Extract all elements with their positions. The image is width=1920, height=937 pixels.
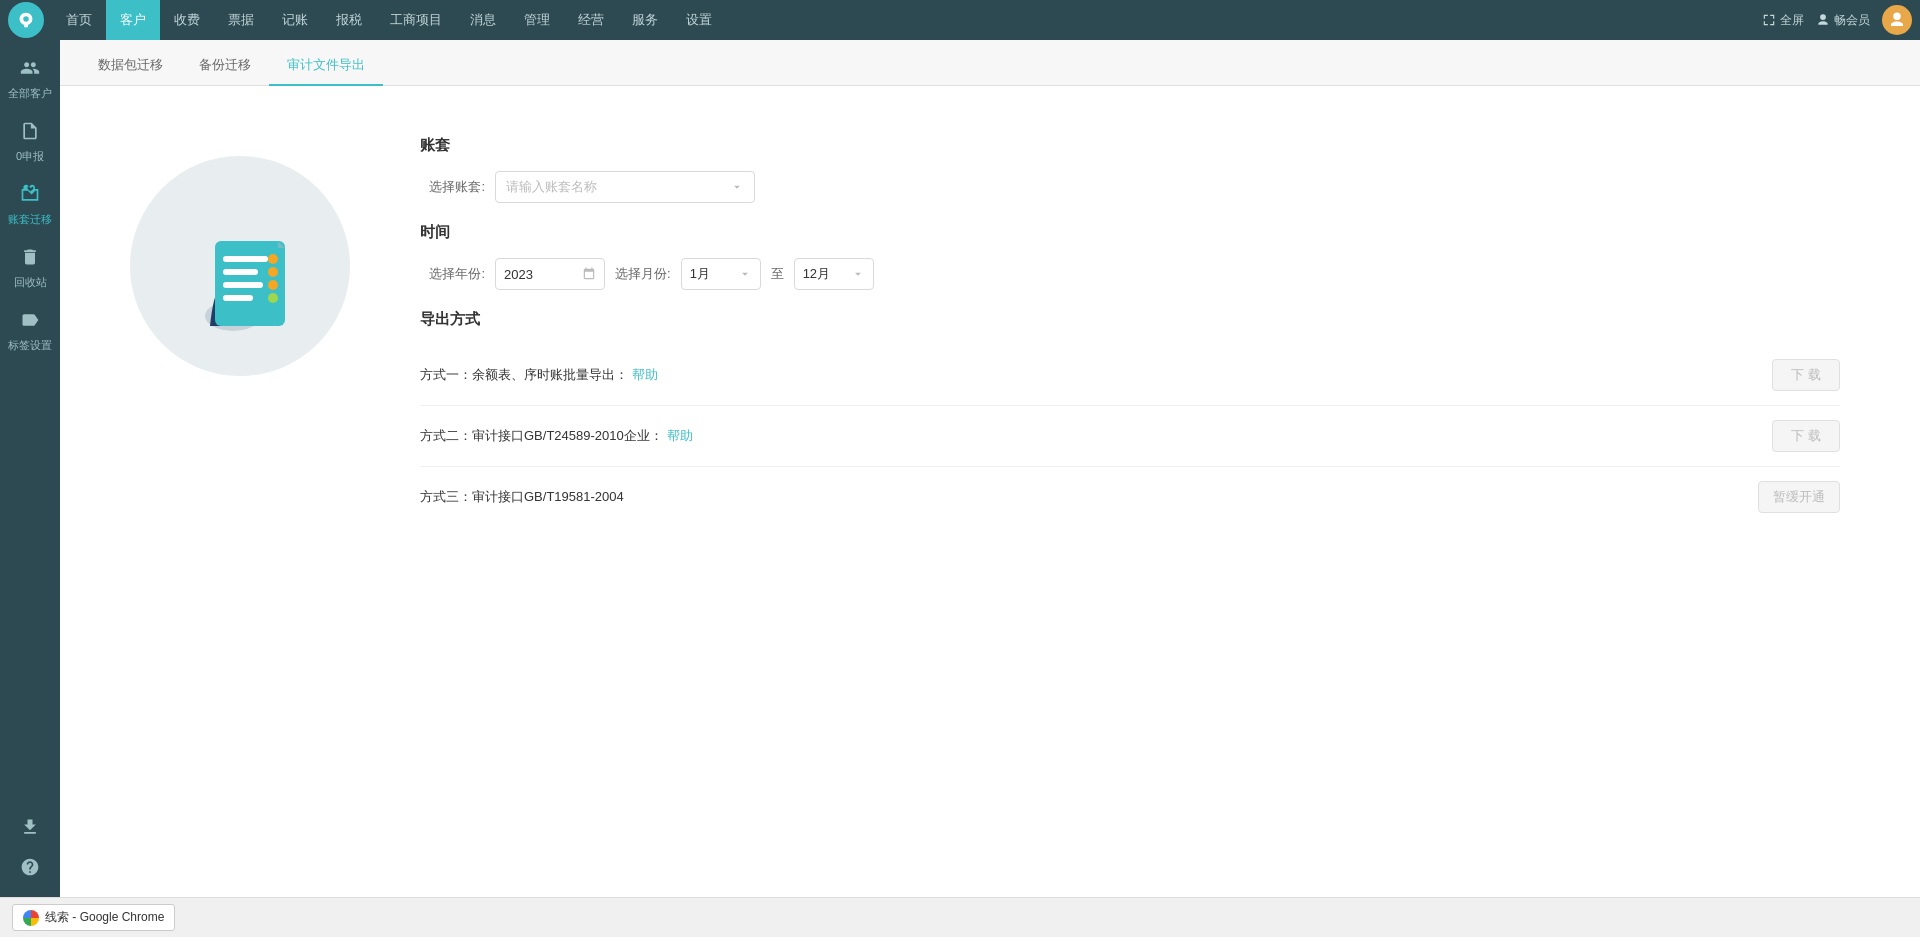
taskbar-chrome-item[interactable]: 线索 - Google Chrome [12,904,175,931]
top-nav: 首页 客户 收费 票据 记账 报税 工商项目 消息 管理 经营 服务 设置 全屏… [0,0,1920,40]
sidebar-item-recycle[interactable]: 回收站 [0,237,60,300]
nav-fee[interactable]: 收费 [160,0,214,40]
main-layout: 全部客户 0申报 账套迁移 回收站 标签设置 [0,40,1920,897]
year-value: 2023 [504,267,533,282]
sidebar-item-label: 账套迁移 [8,212,52,227]
svg-point-10 [268,293,278,303]
account-row: 选择账套: 请输入账套名称 [420,171,1840,203]
export-method-2-help[interactable]: 帮助 [667,428,693,443]
svg-point-8 [268,267,278,277]
label-settings-icon [20,310,40,335]
recycle-icon [20,247,40,272]
account-label: 选择账套: [420,178,485,196]
export-method-2-label: 方式二：审计接口GB/T24589-2010企业：帮助 [420,427,693,445]
svg-rect-6 [223,295,253,301]
year-label: 选择年份: [420,265,485,283]
month-label: 选择月份: [615,265,671,283]
download-button-2[interactable]: 下 载 [1772,420,1840,452]
export-method-2-row: 方式二：审计接口GB/T24589-2010企业：帮助 下 载 [420,406,1840,467]
app-logo[interactable] [8,2,44,38]
tab-data-migration[interactable]: 数据包迁移 [80,46,181,86]
sidebar-help-icon[interactable] [0,849,60,885]
sidebar-item-label-settings[interactable]: 标签设置 [0,300,60,363]
export-method-3-row: 方式三：审计接口GB/T19581-2004 暂缓开通 [420,467,1840,527]
chevron-down-icon [730,180,744,194]
taskbar-item-label: 线索 - Google Chrome [45,909,164,926]
export-method-3-label: 方式三：审计接口GB/T19581-2004 [420,488,624,506]
taskbar: 线索 - Google Chrome [0,897,1920,937]
account-select[interactable]: 请输入账套名称 [495,171,755,203]
sidebar: 全部客户 0申报 账套迁移 回收站 标签设置 [0,40,60,897]
month-end-select[interactable]: 12月 [794,258,874,290]
account-placeholder: 请输入账套名称 [506,178,597,196]
user-avatar[interactable] [1882,5,1912,35]
content-area: 数据包迁移 备份迁移 审计文件导出 [60,40,1920,897]
nav-settings[interactable]: 设置 [672,0,726,40]
nav-bookkeeping[interactable]: 记账 [268,0,322,40]
open-button-3[interactable]: 暂缓开通 [1758,481,1840,513]
svg-point-0 [23,16,29,21]
chevron-down-icon-month-end [851,267,865,281]
sidebar-item-label: 全部客户 [8,86,52,101]
sidebar-item-all-clients[interactable]: 全部客户 [0,48,60,111]
month-end-value: 12月 [803,265,830,283]
chevron-down-icon-month-start [738,267,752,281]
separator: 至 [771,265,784,283]
svg-rect-3 [223,256,268,262]
sidebar-item-label: 回收站 [14,275,47,290]
svg-point-9 [268,280,278,290]
fullscreen-button[interactable]: 全屏 [1762,12,1804,29]
sidebar-download-icon[interactable] [0,809,60,845]
nav-client[interactable]: 客户 [106,0,160,40]
zero-declaration-icon [20,121,40,146]
nav-invoice[interactable]: 票据 [214,0,268,40]
tab-bar: 数据包迁移 备份迁移 审计文件导出 [60,40,1920,86]
export-method-1-label: 方式一：余额表、序时账批量导出：帮助 [420,366,658,384]
sidebar-bottom [0,809,60,897]
nav-tax[interactable]: 报税 [322,0,376,40]
main-content: 账套 选择账套: 请输入账套名称 时间 选择年份: 2023 [60,86,1920,897]
sidebar-item-zero-declaration[interactable]: 0申报 [0,111,60,174]
account-migration-icon [20,184,40,209]
nav-home[interactable]: 首页 [52,0,106,40]
svg-rect-5 [223,282,263,288]
nav-operation[interactable]: 经营 [564,0,618,40]
member-button[interactable]: 畅会员 [1816,12,1870,29]
tab-audit-export[interactable]: 审计文件导出 [269,46,383,86]
illustration-area [100,116,380,867]
sidebar-item-account-migration[interactable]: 账套迁移 [0,174,60,237]
illustration-circle [130,156,350,376]
nav-items: 首页 客户 收费 票据 记账 报税 工商项目 消息 管理 经营 服务 设置 [52,0,1762,40]
export-section-title: 导出方式 [420,310,1840,329]
tab-backup-migration[interactable]: 备份迁移 [181,46,269,86]
download-button-1[interactable]: 下 载 [1772,359,1840,391]
svg-point-7 [268,254,278,264]
account-section-title: 账套 [420,136,1840,155]
form-area: 账套 选择账套: 请输入账套名称 时间 选择年份: 2023 [380,116,1880,867]
nav-manage[interactable]: 管理 [510,0,564,40]
calendar-icon [582,267,596,281]
nav-right: 全屏 畅会员 [1762,5,1912,35]
nav-business[interactable]: 工商项目 [376,0,456,40]
export-method-1-help[interactable]: 帮助 [632,367,658,382]
nav-service[interactable]: 服务 [618,0,672,40]
sidebar-item-label: 0申报 [16,149,44,164]
time-row: 选择年份: 2023 选择月份: 1月 至 12月 [420,258,1840,290]
sidebar-item-label: 标签设置 [8,338,52,353]
nav-message[interactable]: 消息 [456,0,510,40]
month-start-value: 1月 [690,265,710,283]
svg-rect-4 [223,269,258,275]
time-section-title: 时间 [420,223,1840,242]
export-method-1-row: 方式一：余额表、序时账批量导出：帮助 下 载 [420,345,1840,406]
chrome-icon [23,910,39,926]
month-start-select[interactable]: 1月 [681,258,761,290]
year-input[interactable]: 2023 [495,258,605,290]
all-clients-icon [20,58,40,83]
